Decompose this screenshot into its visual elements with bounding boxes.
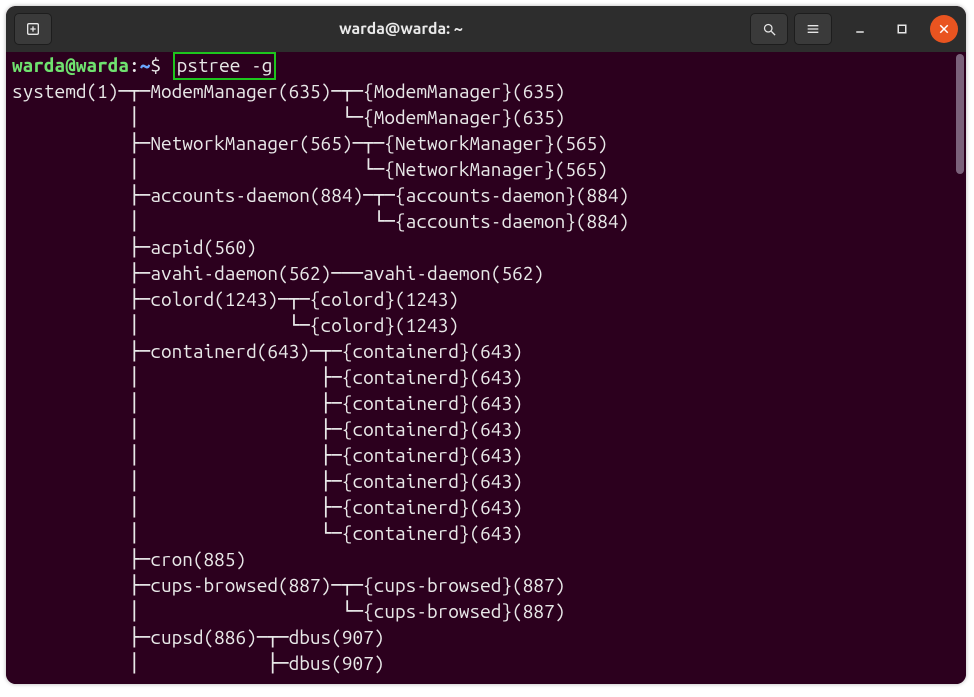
pstree-output: systemd(1)─┬─ModemManager(635)─┬─{ModemM… — [12, 80, 629, 674]
maximize-button[interactable] — [888, 15, 916, 43]
menu-button[interactable] — [794, 13, 832, 45]
prompt-sep: : — [129, 54, 140, 76]
close-button[interactable] — [930, 15, 958, 43]
search-button[interactable] — [750, 13, 788, 45]
hamburger-icon — [805, 21, 821, 37]
command-highlight: pstree -g — [173, 52, 277, 80]
prompt-path: ~ — [140, 54, 151, 76]
terminal-viewport[interactable]: warda@warda:~$ pstree -g systemd(1)─┬─Mo… — [6, 52, 966, 684]
close-icon — [938, 23, 950, 35]
window-title: warda@warda: ~ — [58, 20, 744, 38]
prompt-dollar: $ — [150, 54, 161, 76]
new-tab-button[interactable] — [14, 13, 52, 45]
prompt-userhost: warda@warda — [12, 54, 129, 76]
scrollbar-thumb[interactable] — [956, 54, 964, 174]
titlebar: warda@warda: ~ — [6, 6, 966, 52]
minimize-icon — [854, 23, 866, 35]
search-icon — [762, 22, 777, 37]
maximize-icon — [896, 23, 908, 35]
minimize-button[interactable] — [846, 15, 874, 43]
terminal-output: warda@warda:~$ pstree -g systemd(1)─┬─Mo… — [6, 52, 966, 680]
terminal-window: warda@warda: ~ warda@warda:~$ pstree -g … — [6, 6, 966, 684]
new-tab-icon — [25, 21, 41, 37]
